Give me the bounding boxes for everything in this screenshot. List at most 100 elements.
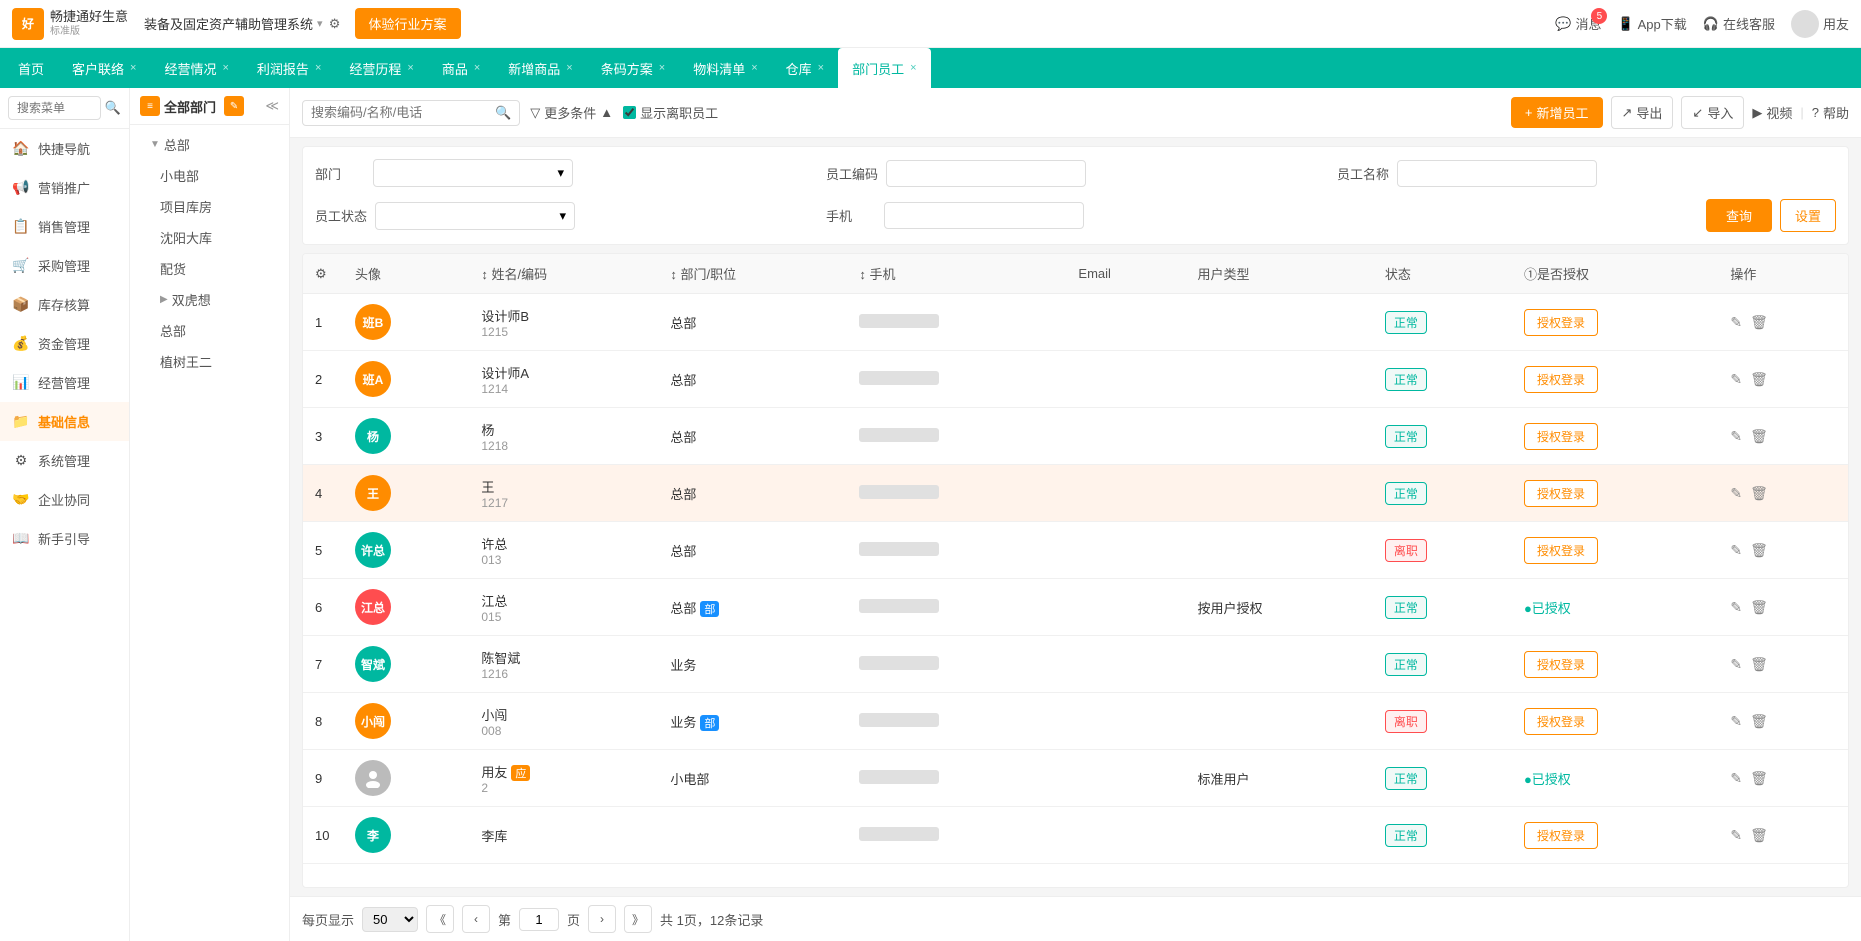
edit-button[interactable]: ✎ xyxy=(1730,314,1742,331)
sidebar-item-basic[interactable]: 📁 基础信息 xyxy=(0,402,129,441)
dept-node-zhishu[interactable]: 植树王二 xyxy=(130,346,289,377)
delete-button[interactable]: 🗑 xyxy=(1750,770,1768,787)
tab-close-operation[interactable]: × xyxy=(222,62,228,74)
edit-button[interactable]: ✎ xyxy=(1730,599,1742,616)
tab-close-barcode[interactable]: × xyxy=(659,62,665,74)
col-name[interactable]: ↕ 姓名/编码 xyxy=(469,254,658,294)
import-button[interactable]: ↙ 导入 xyxy=(1681,96,1744,129)
dept-select[interactable]: ▾ xyxy=(373,159,573,187)
tab-close-new-goods[interactable]: × xyxy=(566,62,572,74)
show-resigned-checkbox[interactable]: 显示离职员工 xyxy=(623,103,718,122)
export-button[interactable]: ↗ 导出 xyxy=(1611,96,1674,129)
experience-button[interactable]: 体验行业方案 xyxy=(355,8,461,39)
edit-button[interactable]: ✎ xyxy=(1730,770,1742,787)
auth-button[interactable]: 授权登录 xyxy=(1524,708,1598,735)
edit-button[interactable]: ✎ xyxy=(1730,827,1742,844)
page-size-select[interactable]: 50 20 100 xyxy=(362,907,418,932)
sidebar-item-finance[interactable]: 💰 资金管理 xyxy=(0,324,129,363)
delete-button[interactable]: 🗑 xyxy=(1750,371,1768,388)
dept-node-xiaodian[interactable]: 小电部 xyxy=(130,160,289,191)
sidebar-item-purchase[interactable]: 🛒 采购管理 xyxy=(0,246,129,285)
tab-close-history[interactable]: × xyxy=(407,62,413,74)
app-download-button[interactable]: 📱 App下载 xyxy=(1617,14,1686,33)
add-employee-button[interactable]: + 新增员工 xyxy=(1511,97,1603,128)
dept-node-shuanghu[interactable]: ▶ 双虎想 xyxy=(130,284,289,315)
sidebar-item-inventory[interactable]: 📦 库存核算 xyxy=(0,285,129,324)
last-page-btn[interactable]: 》 xyxy=(624,905,652,933)
tab-close-customer[interactable]: × xyxy=(130,62,136,74)
tab-close-profit[interactable]: × xyxy=(315,62,321,74)
delete-button[interactable]: 🗑 xyxy=(1750,485,1768,502)
delete-button[interactable]: 🗑 xyxy=(1750,428,1768,445)
delete-button[interactable]: 🗑 xyxy=(1750,713,1768,730)
edit-button[interactable]: ✎ xyxy=(1730,656,1742,673)
auth-button[interactable]: 授权登录 xyxy=(1524,537,1598,564)
empstatus-select[interactable]: ▾ xyxy=(375,202,575,230)
query-button[interactable]: 查询 xyxy=(1706,199,1772,232)
dept-node-shenyang[interactable]: 沈阳大库 xyxy=(130,222,289,253)
setting-button[interactable]: 设置 xyxy=(1780,199,1836,232)
tab-close-goods[interactable]: × xyxy=(474,62,480,74)
edit-button[interactable]: ✎ xyxy=(1730,371,1742,388)
page-input[interactable] xyxy=(519,908,559,931)
phone-input[interactable] xyxy=(884,202,1084,229)
tab-history[interactable]: 经营历程× xyxy=(335,48,427,88)
sidebar-item-operations[interactable]: 📊 经营管理 xyxy=(0,363,129,402)
auth-button[interactable]: 授权登录 xyxy=(1524,651,1598,678)
messages-button[interactable]: 💬 消息 5 xyxy=(1555,14,1601,33)
edit-button[interactable]: ✎ xyxy=(1730,428,1742,445)
auth-button[interactable]: 授权登录 xyxy=(1524,309,1598,336)
delete-button[interactable]: 🗑 xyxy=(1750,542,1768,559)
tab-profit[interactable]: 利润报告× xyxy=(243,48,335,88)
tab-operation[interactable]: 经营情况× xyxy=(150,48,242,88)
first-page-btn[interactable]: 《 xyxy=(426,905,454,933)
dept-node-project[interactable]: 项目库房 xyxy=(130,191,289,222)
auth-button[interactable]: 授权登录 xyxy=(1524,423,1598,450)
tab-close-warehouse[interactable]: × xyxy=(818,62,824,74)
dept-node-delivery[interactable]: 配货 xyxy=(130,253,289,284)
auth-button[interactable]: 授权登录 xyxy=(1524,366,1598,393)
sidebar-item-collab[interactable]: 🤝 企业协同 xyxy=(0,480,129,519)
sidebar-search-input[interactable] xyxy=(8,96,101,120)
next-page-btn[interactable]: › xyxy=(588,905,616,933)
dept-node-zongbu[interactable]: 总部 xyxy=(130,315,289,346)
sidebar-item-system[interactable]: ⚙ 系统管理 xyxy=(0,441,129,480)
col-dept[interactable]: ↕ 部门/职位 xyxy=(658,254,847,294)
video-button[interactable]: ▶ 视频 xyxy=(1752,103,1792,122)
edit-button[interactable]: ✎ xyxy=(1730,713,1742,730)
delete-button[interactable]: 🗑 xyxy=(1750,827,1768,844)
dept-collapse-btn[interactable]: ≪ xyxy=(265,98,279,114)
sidebar-item-marketing[interactable]: 📢 营销推广 xyxy=(0,168,129,207)
edit-button[interactable]: ✎ xyxy=(1730,542,1742,559)
prev-page-btn[interactable]: ‹ xyxy=(462,905,490,933)
delete-button[interactable]: 🗑 xyxy=(1750,656,1768,673)
search-input[interactable] xyxy=(311,105,491,120)
empcode-input[interactable] xyxy=(886,160,1086,187)
dept-node-zongbu-parent[interactable]: ▼ 总部 xyxy=(130,129,289,160)
online-service-button[interactable]: 🎧 在线客服 xyxy=(1703,14,1775,33)
delete-button[interactable]: 🗑 xyxy=(1750,314,1768,331)
auth-button[interactable]: 授权登录 xyxy=(1524,822,1598,849)
more-conditions-btn[interactable]: ▽ 更多条件 ▲ xyxy=(530,103,613,122)
sidebar-item-guide[interactable]: 📖 新手引导 xyxy=(0,519,129,558)
sidebar-item-sales[interactable]: 📋 销售管理 xyxy=(0,207,129,246)
tab-warehouse[interactable]: 仓库× xyxy=(772,48,838,88)
tab-bom[interactable]: 物料清单× xyxy=(679,48,771,88)
tab-customer[interactable]: 客户联络× xyxy=(58,48,150,88)
user-menu-button[interactable]: 用友 xyxy=(1791,10,1849,38)
tab-new-goods[interactable]: 新增商品× xyxy=(494,48,586,88)
sidebar-item-quicknav[interactable]: 🏠 快捷导航 xyxy=(0,129,129,168)
tab-close-bom[interactable]: × xyxy=(751,62,757,74)
tab-close-department[interactable]: × xyxy=(910,62,916,74)
edit-button[interactable]: ✎ xyxy=(1730,485,1742,502)
tab-barcode[interactable]: 条码方案× xyxy=(587,48,679,88)
empname-input[interactable] xyxy=(1397,160,1597,187)
dept-edit-icon[interactable]: ✎ xyxy=(224,96,244,116)
col-phone[interactable]: ↕ 手机 xyxy=(847,254,1066,294)
tab-goods[interactable]: 商品× xyxy=(428,48,494,88)
tab-home[interactable]: 首页 xyxy=(4,48,58,88)
delete-button[interactable]: 🗑 xyxy=(1750,599,1768,616)
gear-icon[interactable]: ⚙ xyxy=(323,12,347,36)
auth-button[interactable]: 授权登录 xyxy=(1524,480,1598,507)
col-settings[interactable]: ⚙ xyxy=(303,254,343,294)
